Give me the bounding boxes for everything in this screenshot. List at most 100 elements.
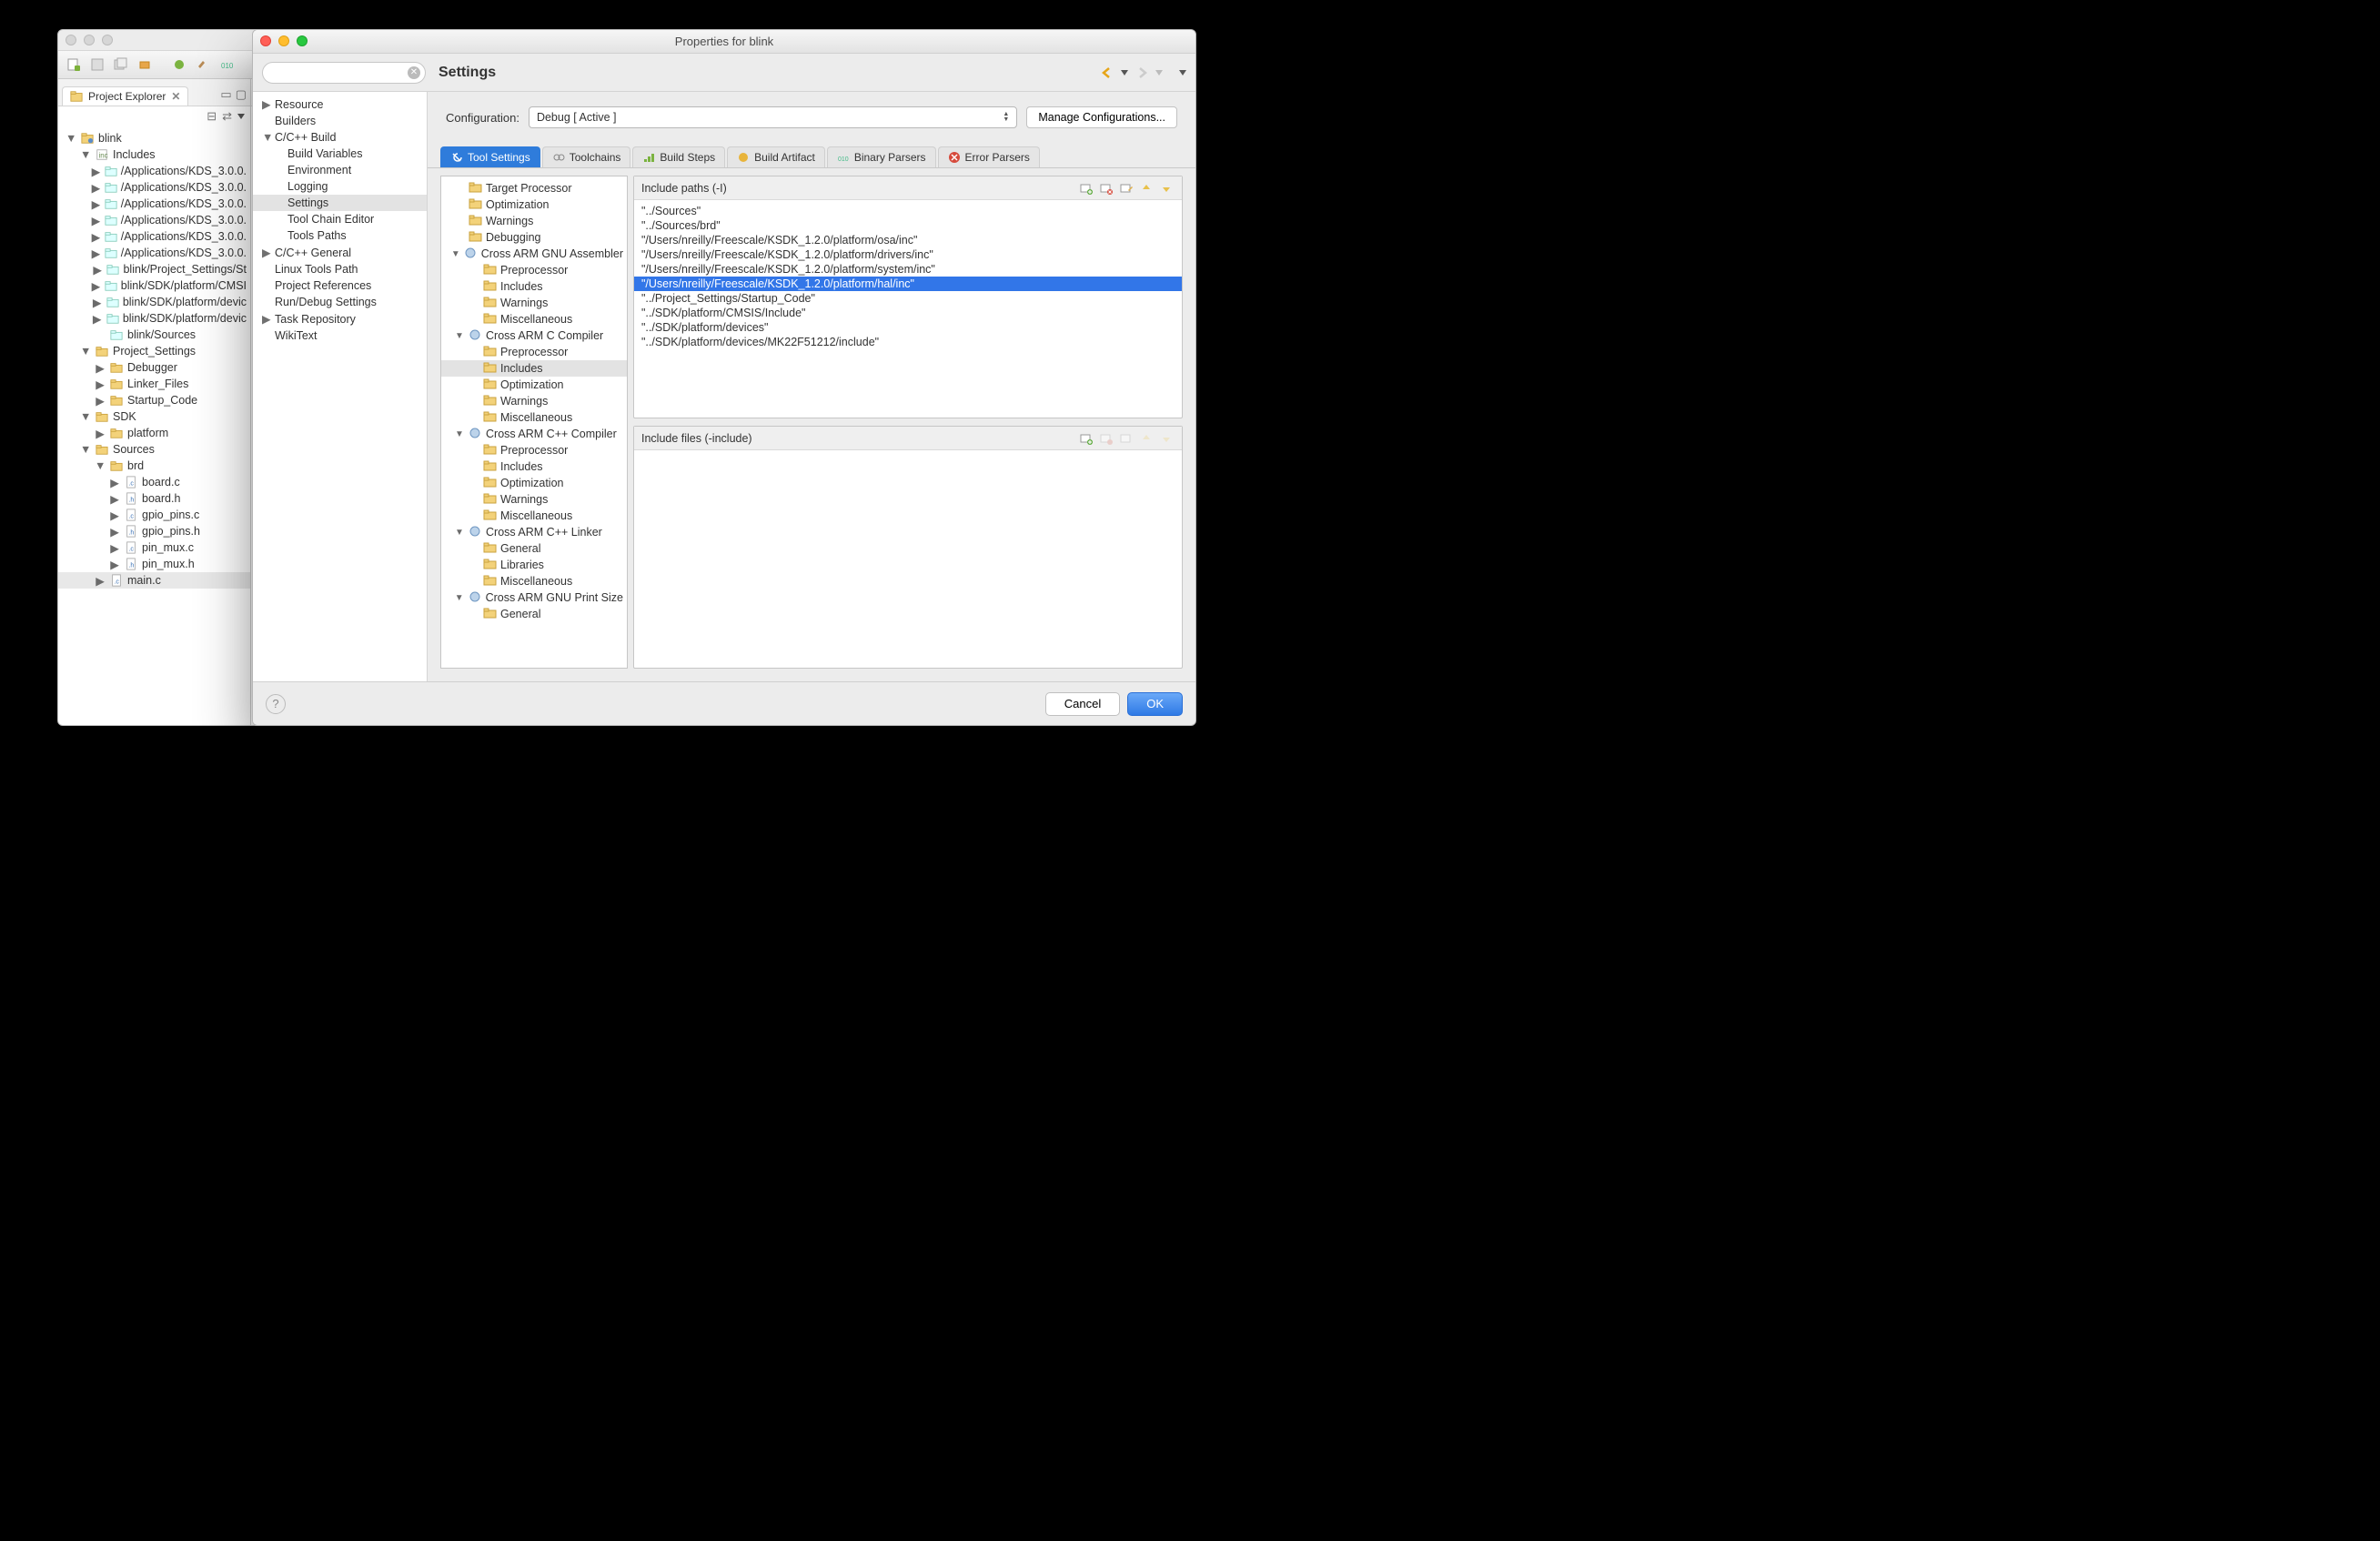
include-path-item[interactable]: "../SDK/platform/CMSIS/Include" (634, 306, 1182, 320)
tab-build-artifact[interactable]: Build Artifact (727, 146, 825, 167)
category-item[interactable]: ▶Task Repository (253, 310, 427, 327)
tool-tree-item[interactable]: ▶Optimization (441, 475, 627, 491)
binary-icon[interactable]: 010 (217, 55, 237, 75)
tab-error-parsers[interactable]: Error Parsers (938, 146, 1040, 167)
close-icon[interactable]: ✕ (171, 90, 180, 103)
tree-item[interactable]: ▶.hboard.h (58, 490, 250, 507)
category-item[interactable]: Settings (253, 195, 427, 211)
save-icon[interactable] (87, 55, 107, 75)
include-path-item[interactable]: "/Users/nreilly/Freescale/KSDK_1.2.0/pla… (634, 247, 1182, 262)
move-up-icon[interactable] (1138, 180, 1155, 196)
include-files-list[interactable] (634, 450, 1182, 668)
edit-file-icon[interactable] (1118, 430, 1135, 447)
tool-tree-item[interactable]: ▶Miscellaneous (441, 409, 627, 426)
tree-item[interactable]: ▶.cboard.c (58, 474, 250, 490)
manage-configurations-button[interactable]: Manage Configurations... (1026, 106, 1177, 128)
tree-item[interactable]: ▶.hgpio_pins.h (58, 523, 250, 539)
tab-toolchains[interactable]: Toolchains (542, 146, 631, 167)
print-icon[interactable] (135, 55, 155, 75)
clear-search-icon[interactable]: ✕ (408, 66, 420, 79)
category-item[interactable]: Tool Chain Editor (253, 211, 427, 227)
view-menu-icon[interactable] (237, 114, 245, 119)
forward-menu-icon[interactable] (1155, 70, 1163, 76)
tool-tree-item[interactable]: ▶Warnings (441, 213, 627, 229)
tree-item[interactable]: ▼incIncludes (58, 146, 250, 163)
category-item[interactable]: Run/Debug Settings (253, 294, 427, 310)
tree-item[interactable]: ▶blink/Sources (58, 327, 250, 343)
tool-tree-item[interactable]: ▶Optimization (441, 196, 627, 213)
collapse-all-icon[interactable]: ⊟ (207, 109, 217, 124)
traffic-close-icon[interactable] (260, 35, 271, 46)
tree-item[interactable]: ▶.cmain.c (58, 572, 250, 589)
category-item[interactable]: Environment (253, 162, 427, 178)
tool-tree-item[interactable]: ▶Includes (441, 458, 627, 475)
tree-item[interactable]: ▶blink/Project_Settings/St (58, 261, 250, 277)
include-paths-list[interactable]: "../Sources""../Sources/brd""/Users/nrei… (634, 200, 1182, 418)
save-all-icon[interactable] (111, 55, 131, 75)
tab-binary-parsers[interactable]: 010Binary Parsers (827, 146, 936, 167)
category-item[interactable]: Project References (253, 277, 427, 294)
tree-item[interactable]: ▶Startup_Code (58, 392, 250, 408)
tool-tree-item[interactable]: ▶Miscellaneous (441, 311, 627, 327)
tool-tree-item[interactable]: ▶General (441, 540, 627, 557)
tree-item[interactable]: ▼brd (58, 458, 250, 474)
project-explorer-tree[interactable]: ▼blink▼incIncludes▶/Applications/KDS_3.0… (58, 126, 250, 725)
tool-tree-item[interactable]: ▶General (441, 606, 627, 622)
tool-tree-item[interactable]: ▶Preprocessor (441, 344, 627, 360)
include-path-item[interactable]: "../Sources" (634, 204, 1182, 218)
tree-item[interactable]: ▶/Applications/KDS_3.0.0. (58, 228, 250, 245)
tree-item[interactable]: ▶.hpin_mux.h (58, 556, 250, 572)
edit-path-icon[interactable] (1118, 180, 1135, 196)
category-item[interactable]: Logging (253, 178, 427, 195)
cancel-button[interactable]: Cancel (1045, 692, 1120, 716)
project-explorer-tab[interactable]: Project Explorer ✕ (62, 86, 188, 106)
tree-item[interactable]: ▶.cpin_mux.c (58, 539, 250, 556)
tree-item[interactable]: ▼Sources (58, 441, 250, 458)
traffic-minimize-icon[interactable] (84, 35, 95, 45)
tool-tree-item[interactable]: ▼Cross ARM GNU Assembler (441, 246, 627, 262)
tool-tree-item[interactable]: ▶Warnings (441, 491, 627, 508)
include-path-item[interactable]: "/Users/nreilly/Freescale/KSDK_1.2.0/pla… (634, 262, 1182, 277)
tool-tree-item[interactable]: ▶Debugging (441, 229, 627, 246)
tree-item[interactable]: ▶Linker_Files (58, 376, 250, 392)
tree-item[interactable]: ▶blink/SDK/platform/devic (58, 294, 250, 310)
tool-tree-item[interactable]: ▶Miscellaneous (441, 508, 627, 524)
minimize-view-icon[interactable]: ▭ (220, 87, 231, 102)
category-item[interactable]: ▶C/C++ General (253, 244, 427, 261)
back-icon[interactable] (1099, 65, 1115, 81)
category-item[interactable]: Tools Paths (253, 227, 427, 244)
delete-path-icon[interactable] (1098, 180, 1114, 196)
tree-item[interactable]: ▼Project_Settings (58, 343, 250, 359)
back-menu-icon[interactable] (1121, 70, 1128, 76)
tree-item[interactable]: ▶.cgpio_pins.c (58, 507, 250, 523)
include-path-item[interactable]: "../SDK/platform/devices/MK22F51212/incl… (634, 335, 1182, 349)
debug-icon[interactable] (169, 55, 189, 75)
tool-tree-item[interactable]: ▼Cross ARM C Compiler (441, 327, 627, 344)
tab-tool-settings[interactable]: Tool Settings (440, 146, 540, 167)
move-down-file-icon[interactable] (1158, 430, 1175, 447)
tool-tree-item[interactable]: ▶Includes (441, 278, 627, 295)
include-path-item[interactable]: "/Users/nreilly/Freescale/KSDK_1.2.0/pla… (634, 233, 1182, 247)
traffic-zoom-icon[interactable] (102, 35, 113, 45)
tab-build-steps[interactable]: Build Steps (632, 146, 725, 167)
tool-settings-tree[interactable]: ▶Target Processor▶Optimization▶Warnings▶… (440, 176, 628, 669)
tool-tree-item[interactable]: ▶Target Processor (441, 180, 627, 196)
category-tree[interactable]: ▶ResourceBuilders▼C/C++ BuildBuild Varia… (253, 92, 428, 681)
help-icon[interactable]: ? (266, 694, 286, 714)
add-path-icon[interactable] (1078, 180, 1094, 196)
category-item[interactable]: ▼C/C++ Build (253, 129, 427, 146)
build-icon[interactable] (193, 55, 213, 75)
tool-tree-item[interactable]: ▼Cross ARM GNU Print Size (441, 589, 627, 606)
forward-icon[interactable] (1134, 65, 1150, 81)
traffic-minimize-icon[interactable] (278, 35, 289, 46)
tool-tree-item[interactable]: ▼Cross ARM C++ Compiler (441, 426, 627, 442)
include-path-item[interactable]: "../SDK/platform/devices" (634, 320, 1182, 335)
tree-item[interactable]: ▶platform (58, 425, 250, 441)
tree-item[interactable]: ▶/Applications/KDS_3.0.0. (58, 245, 250, 261)
tree-item[interactable]: ▶/Applications/KDS_3.0.0. (58, 196, 250, 212)
category-item[interactable]: Builders (253, 113, 427, 129)
new-icon[interactable] (64, 55, 84, 75)
tree-item[interactable]: ▼SDK (58, 408, 250, 425)
category-item[interactable]: WikiText (253, 327, 427, 344)
ok-button[interactable]: OK (1127, 692, 1183, 716)
